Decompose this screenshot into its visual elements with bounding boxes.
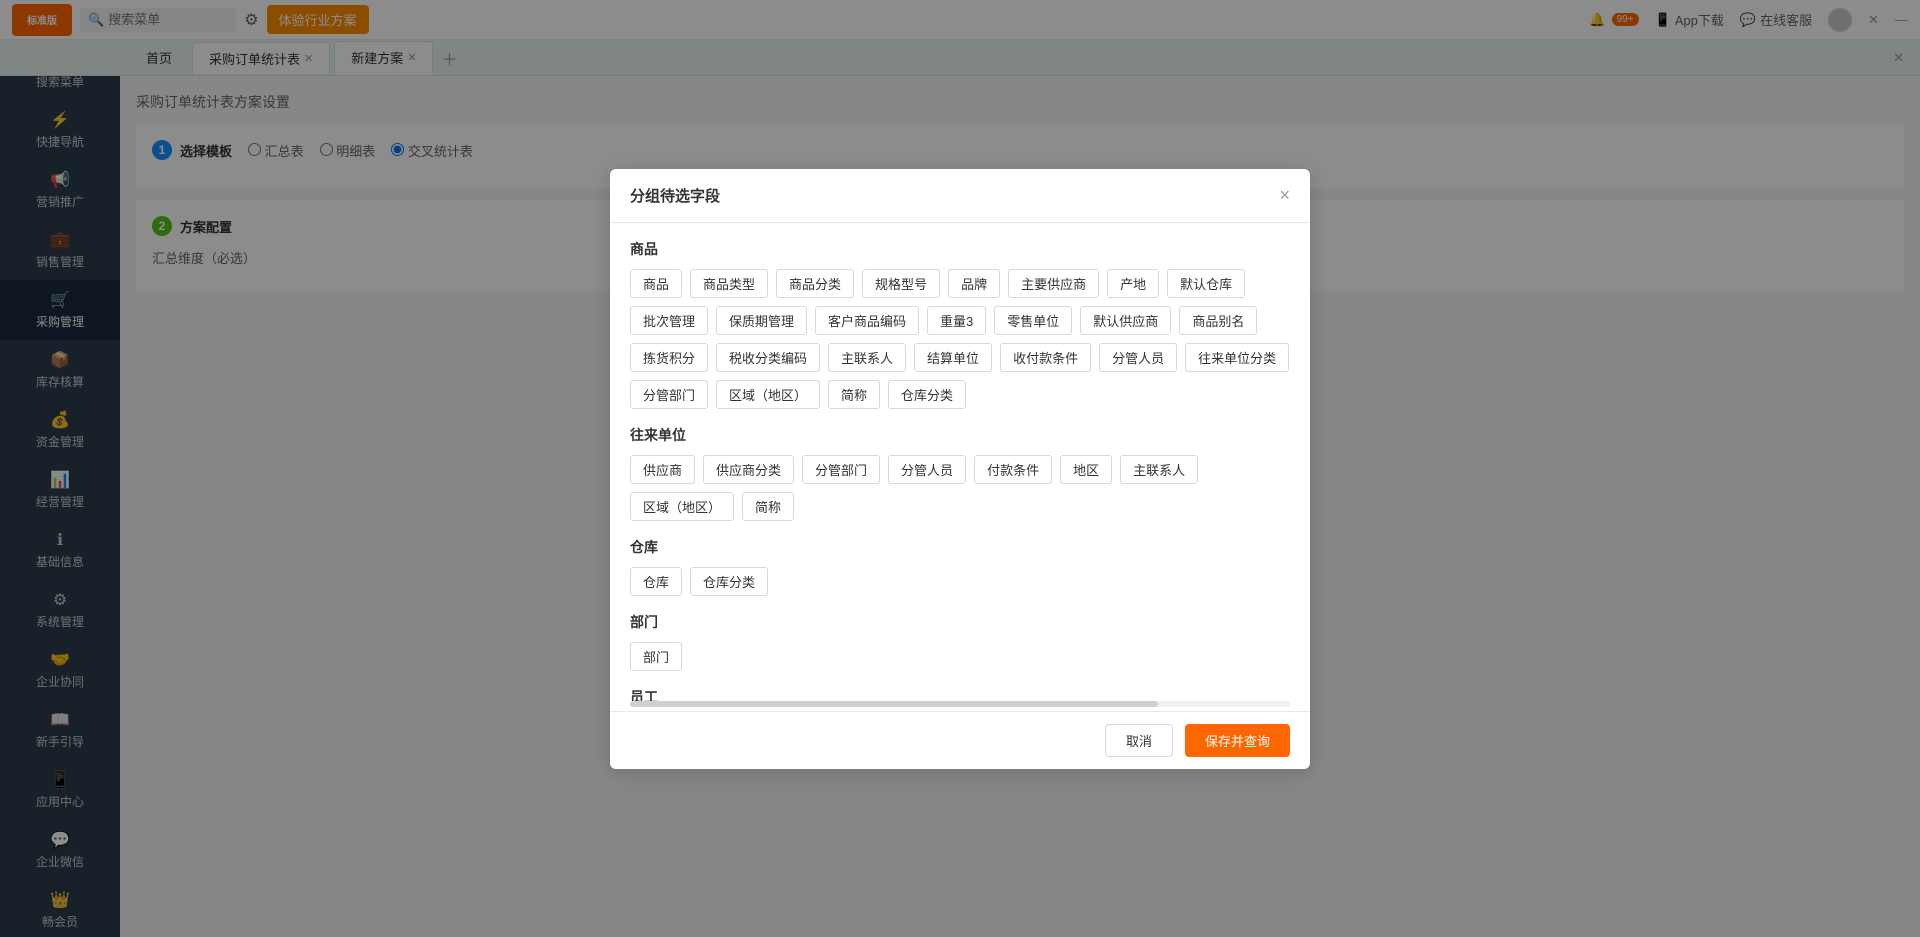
field-tag-settlement-unit[interactable]: 结算单位: [914, 343, 992, 372]
field-group-employee-title: 员工: [630, 687, 1290, 701]
field-tag-main-contact[interactable]: 主联系人: [828, 343, 906, 372]
dialog: 分组待选字段 × 商品 商品 商品类型 商品分类 规格型号 品牌 主要供应商 产…: [610, 169, 1310, 769]
field-tag-weight3[interactable]: 重量3: [927, 306, 986, 335]
field-tag-warehouse-category[interactable]: 仓库分类: [690, 567, 768, 596]
field-tag-region[interactable]: 区域（地区）: [716, 380, 820, 409]
field-group-product: 商品 商品 商品类型 商品分类 规格型号 品牌 主要供应商 产地 默认仓库 批次…: [630, 239, 1290, 409]
cancel-button[interactable]: 取消: [1105, 724, 1173, 757]
dialog-close-btn[interactable]: ×: [1279, 186, 1290, 204]
field-tag-partner-category[interactable]: 往来单位分类: [1185, 343, 1289, 372]
field-group-warehouse: 仓库 仓库 仓库分类: [630, 537, 1290, 596]
field-tag-partner-main-contact[interactable]: 主联系人: [1120, 455, 1198, 484]
field-tag-origin[interactable]: 产地: [1107, 269, 1159, 298]
field-tag-expiry-mgmt[interactable]: 保质期管理: [716, 306, 807, 335]
field-group-department: 部门 部门: [630, 612, 1290, 671]
field-tag-partner-supervisor[interactable]: 分管人员: [888, 455, 966, 484]
field-tags-department: 部门: [630, 642, 1290, 671]
field-tag-warehouse-cat[interactable]: 仓库分类: [888, 380, 966, 409]
field-tag-dept[interactable]: 分管部门: [630, 380, 708, 409]
field-tags-warehouse: 仓库 仓库分类: [630, 567, 1290, 596]
field-tag-supplier[interactable]: 供应商: [630, 455, 695, 484]
dialog-header: 分组待选字段 ×: [610, 169, 1310, 223]
field-tag-pick-points[interactable]: 拣货积分: [630, 343, 708, 372]
field-tag-department[interactable]: 部门: [630, 642, 682, 671]
modal-overlay: 分组待选字段 × 商品 商品 商品类型 商品分类 规格型号 品牌 主要供应商 产…: [0, 0, 1920, 937]
field-group-product-title: 商品: [630, 239, 1290, 259]
field-tag-customer-code[interactable]: 客户商品编码: [815, 306, 919, 335]
field-tag-product-category[interactable]: 商品分类: [776, 269, 854, 298]
field-group-partner-title: 往来单位: [630, 425, 1290, 445]
field-tag-spec-model[interactable]: 规格型号: [862, 269, 940, 298]
field-group-warehouse-title: 仓库: [630, 537, 1290, 557]
field-tag-product-type[interactable]: 商品类型: [690, 269, 768, 298]
field-group-employee: 员工 业务员: [630, 687, 1290, 701]
field-tag-partner-region[interactable]: 区域（地区）: [630, 492, 734, 521]
field-tag-retail-unit[interactable]: 零售单位: [994, 306, 1072, 335]
field-group-department-title: 部门: [630, 612, 1290, 632]
field-tags-product: 商品 商品类型 商品分类 规格型号 品牌 主要供应商 产地 默认仓库 批次管理 …: [630, 269, 1290, 409]
field-tag-supervisor[interactable]: 分管人员: [1099, 343, 1177, 372]
field-tags-partner: 供应商 供应商分类 分管部门 分管人员 付款条件 地区 主联系人 区域（地区） …: [630, 455, 1290, 521]
field-group-partner: 往来单位 供应商 供应商分类 分管部门 分管人员 付款条件 地区 主联系人 区域…: [630, 425, 1290, 521]
field-tag-partner-abbr[interactable]: 简称: [742, 492, 794, 521]
field-tag-supplier-cat[interactable]: 供应商分类: [703, 455, 794, 484]
dialog-body: 商品 商品 商品类型 商品分类 规格型号 品牌 主要供应商 产地 默认仓库 批次…: [610, 223, 1310, 701]
field-tag-area[interactable]: 地区: [1060, 455, 1112, 484]
hscroll-track[interactable]: [630, 701, 1290, 707]
field-tag-default-supplier[interactable]: 默认供应商: [1080, 306, 1171, 335]
field-tag-warehouse[interactable]: 仓库: [630, 567, 682, 596]
dialog-hscroll-area: [610, 701, 1310, 711]
dialog-footer: 取消 保存并查询: [610, 711, 1310, 769]
field-tag-partner-dept[interactable]: 分管部门: [802, 455, 880, 484]
field-tag-abbr[interactable]: 简称: [828, 380, 880, 409]
hscroll-thumb[interactable]: [630, 701, 1158, 707]
field-tag-batch-mgmt[interactable]: 批次管理: [630, 306, 708, 335]
dialog-title: 分组待选字段: [630, 185, 720, 206]
field-tag-payment-cond[interactable]: 付款条件: [974, 455, 1052, 484]
field-tag-brand[interactable]: 品牌: [948, 269, 1000, 298]
field-tag-main-supplier[interactable]: 主要供应商: [1008, 269, 1099, 298]
save-query-button[interactable]: 保存并查询: [1185, 724, 1290, 757]
field-tag-payment-terms[interactable]: 收付款条件: [1000, 343, 1091, 372]
field-tag-default-warehouse[interactable]: 默认仓库: [1167, 269, 1245, 298]
field-tag-product[interactable]: 商品: [630, 269, 682, 298]
field-tag-product-alias[interactable]: 商品别名: [1179, 306, 1257, 335]
field-tag-tax-code[interactable]: 税收分类编码: [716, 343, 820, 372]
